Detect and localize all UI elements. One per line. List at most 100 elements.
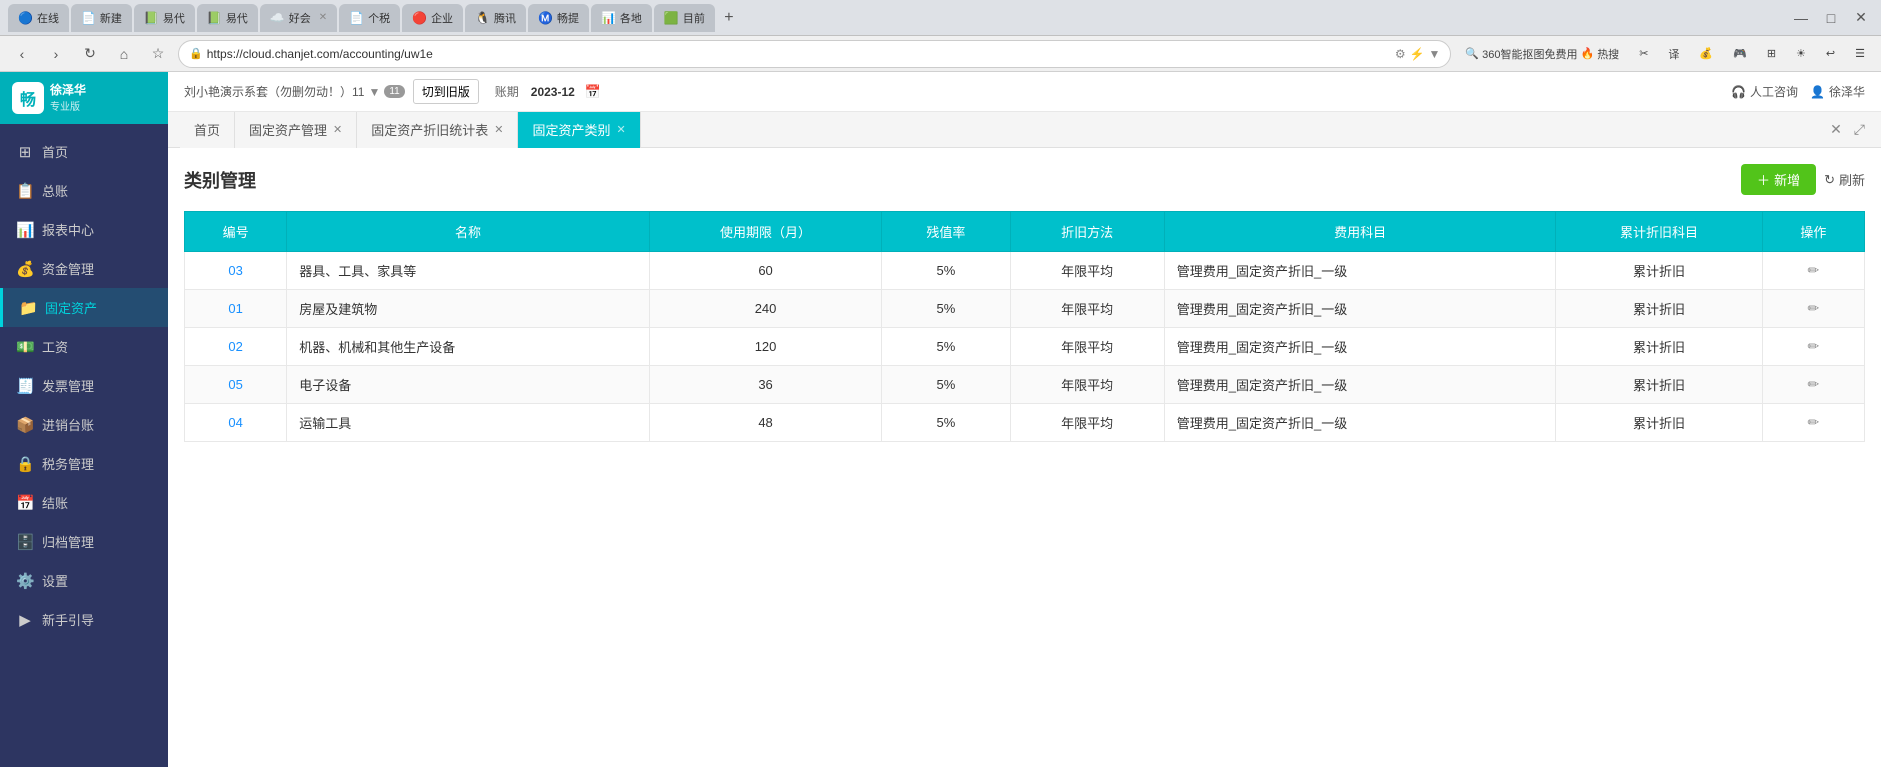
search-btn[interactable]: 🔍 360智能抠图免费用 🔥 热搜	[1457, 40, 1627, 68]
sidebar-item-tax[interactable]: 🔒 税务管理	[0, 444, 168, 483]
tab-changtui[interactable]: Ⓜ️ 畅提	[528, 4, 589, 32]
sidebar-label-tax: 税务管理	[42, 454, 94, 473]
switch-version-label: 切到旧版	[422, 85, 470, 99]
sidebar-item-settings[interactable]: ⚙️ 设置	[0, 561, 168, 600]
expand-tab-button[interactable]: ⤢	[1850, 119, 1869, 140]
game-btn[interactable]: 🎮	[1725, 40, 1755, 68]
tab-yidai2[interactable]: 📗 易代	[197, 4, 258, 32]
sidebar-item-home[interactable]: ⊞ 首页	[0, 132, 168, 171]
tab-yidai1[interactable]: 📗 易代	[134, 4, 195, 32]
cell-expense-4: 管理费用_固定资产折旧_一级	[1164, 404, 1556, 442]
home-button[interactable]: ⌂	[110, 40, 138, 68]
sidebar-item-funds[interactable]: 💰 资金管理	[0, 249, 168, 288]
tab-tengxun[interactable]: 🐧 腾讯	[465, 4, 526, 32]
cell-action-3[interactable]: ✏	[1762, 366, 1864, 404]
tab-gedi[interactable]: 📊 各地	[591, 4, 652, 32]
cell-action-0[interactable]: ✏	[1762, 252, 1864, 290]
cell-action-2[interactable]: ✏	[1762, 328, 1864, 366]
page-tab-fixed-assets-mgmt[interactable]: 固定资产管理 ✕	[235, 112, 357, 148]
minimize-button[interactable]: —	[1789, 6, 1813, 30]
cell-code-4: 04	[185, 404, 287, 442]
tab-qiye[interactable]: 🔴 企业	[402, 4, 463, 32]
add-button[interactable]: ＋ 新增	[1741, 164, 1816, 195]
period-value: 2023-12	[531, 85, 575, 99]
cell-period-0: 60	[649, 252, 881, 290]
tab-close-haohui[interactable]: ✕	[319, 12, 327, 23]
page-tab-fa-mgmt-close[interactable]: ✕	[333, 123, 342, 136]
cell-code-1: 01	[185, 290, 287, 328]
user-company: 刘小艳演示系套（勿删勿动！）11	[184, 83, 364, 100]
cell-code-3: 05	[185, 366, 287, 404]
sidebar-item-inventory[interactable]: 📦 进销台账	[0, 405, 168, 444]
page-tab-depr-close[interactable]: ✕	[494, 123, 503, 136]
cell-expense-2: 管理费用_固定资产折旧_一级	[1164, 328, 1556, 366]
edit-button-4[interactable]: ✏	[1808, 414, 1820, 431]
edit-button-0[interactable]: ✏	[1808, 262, 1820, 279]
close-tab-button[interactable]: ✕	[1826, 119, 1846, 140]
undo-btn[interactable]: ↩	[1818, 40, 1843, 68]
sidebar-item-archive[interactable]: 🗄️ 归档管理	[0, 522, 168, 561]
brightness-btn[interactable]: ☀	[1788, 40, 1814, 68]
payroll-icon: 💵	[16, 338, 34, 356]
sidebar: 畅 徐泽华 专业版 ⊞ 首页 📋 总账 📊 报表中心 💰 资金管理	[0, 72, 168, 767]
sidebar-item-payroll[interactable]: 💵 工资	[0, 327, 168, 366]
cell-action-1[interactable]: ✏	[1762, 290, 1864, 328]
cell-residual-4: 5%	[882, 404, 1010, 442]
page-tab-category-close[interactable]: ✕	[617, 123, 626, 136]
cell-residual-2: 5%	[882, 328, 1010, 366]
edit-button-3[interactable]: ✏	[1808, 376, 1820, 393]
grid-btn[interactable]: ⊞	[1759, 40, 1784, 68]
app-wrapper: 畅 徐泽华 专业版 ⊞ 首页 📋 总账 📊 报表中心 💰 资金管理	[0, 72, 1881, 767]
tab-label-xinjian: 新建	[100, 10, 122, 26]
sidebar-item-invoices[interactable]: 🧾 发票管理	[0, 366, 168, 405]
avatar-btn[interactable]: 👤 徐泽华	[1810, 83, 1865, 100]
cell-action-4[interactable]: ✏	[1762, 404, 1864, 442]
sidebar-item-fixed-assets[interactable]: 📁 固定资产	[0, 288, 168, 327]
th-code: 编号	[185, 212, 287, 252]
content-area: 类别管理 ＋ 新增 ↻ 刷新 编号 名称	[168, 148, 1881, 767]
forward-button[interactable]: ›	[42, 40, 70, 68]
tab-favicon-geshui: 📄	[349, 11, 364, 25]
close-window-button[interactable]: ✕	[1849, 6, 1873, 30]
sidebar-item-guide[interactable]: ▶ 新手引导	[0, 600, 168, 639]
edit-button-1[interactable]: ✏	[1808, 300, 1820, 317]
translate-btn[interactable]: 译	[1660, 40, 1687, 68]
cell-period-4: 48	[649, 404, 881, 442]
cut-btn[interactable]: ✂	[1631, 40, 1656, 68]
sidebar-item-close-period[interactable]: 📅 结账	[0, 483, 168, 522]
edit-button-2[interactable]: ✏	[1808, 338, 1820, 355]
maximize-button[interactable]: □	[1819, 6, 1843, 30]
service-btn[interactable]: 🎧 人工咨询	[1731, 83, 1798, 100]
tab-xinjian[interactable]: 📄 新建	[71, 4, 132, 32]
back-button[interactable]: ‹	[8, 40, 36, 68]
tab-zaixin[interactable]: 🔵 在线	[8, 4, 69, 32]
reports-icon: 📊	[16, 221, 34, 239]
menu-btn[interactable]: ☰	[1847, 40, 1873, 68]
tab-geshui[interactable]: 📄 个税	[339, 4, 400, 32]
headset-icon: 🎧	[1731, 85, 1746, 99]
tab-haohui[interactable]: ☁️ 好会 ✕	[260, 4, 337, 32]
service-label: 人工咨询	[1750, 83, 1798, 100]
tab-muqian[interactable]: 🟩 目前	[654, 4, 715, 32]
address-bar[interactable]: 🔒 https://cloud.chanjet.com/accounting/u…	[178, 40, 1451, 68]
switch-version-button[interactable]: 切到旧版	[413, 79, 479, 104]
bookmark-button[interactable]: ☆	[144, 40, 172, 68]
sidebar-item-reports[interactable]: 📊 报表中心	[0, 210, 168, 249]
dropdown-arrow: ▼	[368, 85, 380, 99]
sidebar-item-general-ledger[interactable]: 📋 总账	[0, 171, 168, 210]
cell-residual-0: 5%	[882, 252, 1010, 290]
page-tab-depreciation-table[interactable]: 固定资产折旧统计表 ✕	[357, 112, 518, 148]
main-content: 刘小艳演示系套（勿删勿动！）11 ▼ 11 切到旧版 账期 2023-12 📅 …	[168, 72, 1881, 767]
refresh-icon: ↻	[1824, 172, 1835, 188]
sidebar-nav: ⊞ 首页 📋 总账 📊 报表中心 💰 资金管理 📁 固定资产 💵 工资	[0, 124, 168, 767]
refresh-button[interactable]: ↻ 刷新	[1824, 170, 1865, 189]
tab-favicon-haohui: ☁️	[270, 11, 285, 25]
new-tab-button[interactable]: +	[717, 6, 741, 30]
page-tab-home[interactable]: 首页	[180, 112, 235, 148]
logo-subtitle: 专业版	[50, 98, 86, 113]
reload-button[interactable]: ↻	[76, 40, 104, 68]
tab-favicon-changtui: Ⓜ️	[538, 11, 553, 25]
wallet-btn[interactable]: 💰	[1691, 40, 1721, 68]
tab-label-yidai1: 易代	[163, 10, 185, 26]
page-tab-category[interactable]: 固定资产类别 ✕	[518, 112, 640, 148]
